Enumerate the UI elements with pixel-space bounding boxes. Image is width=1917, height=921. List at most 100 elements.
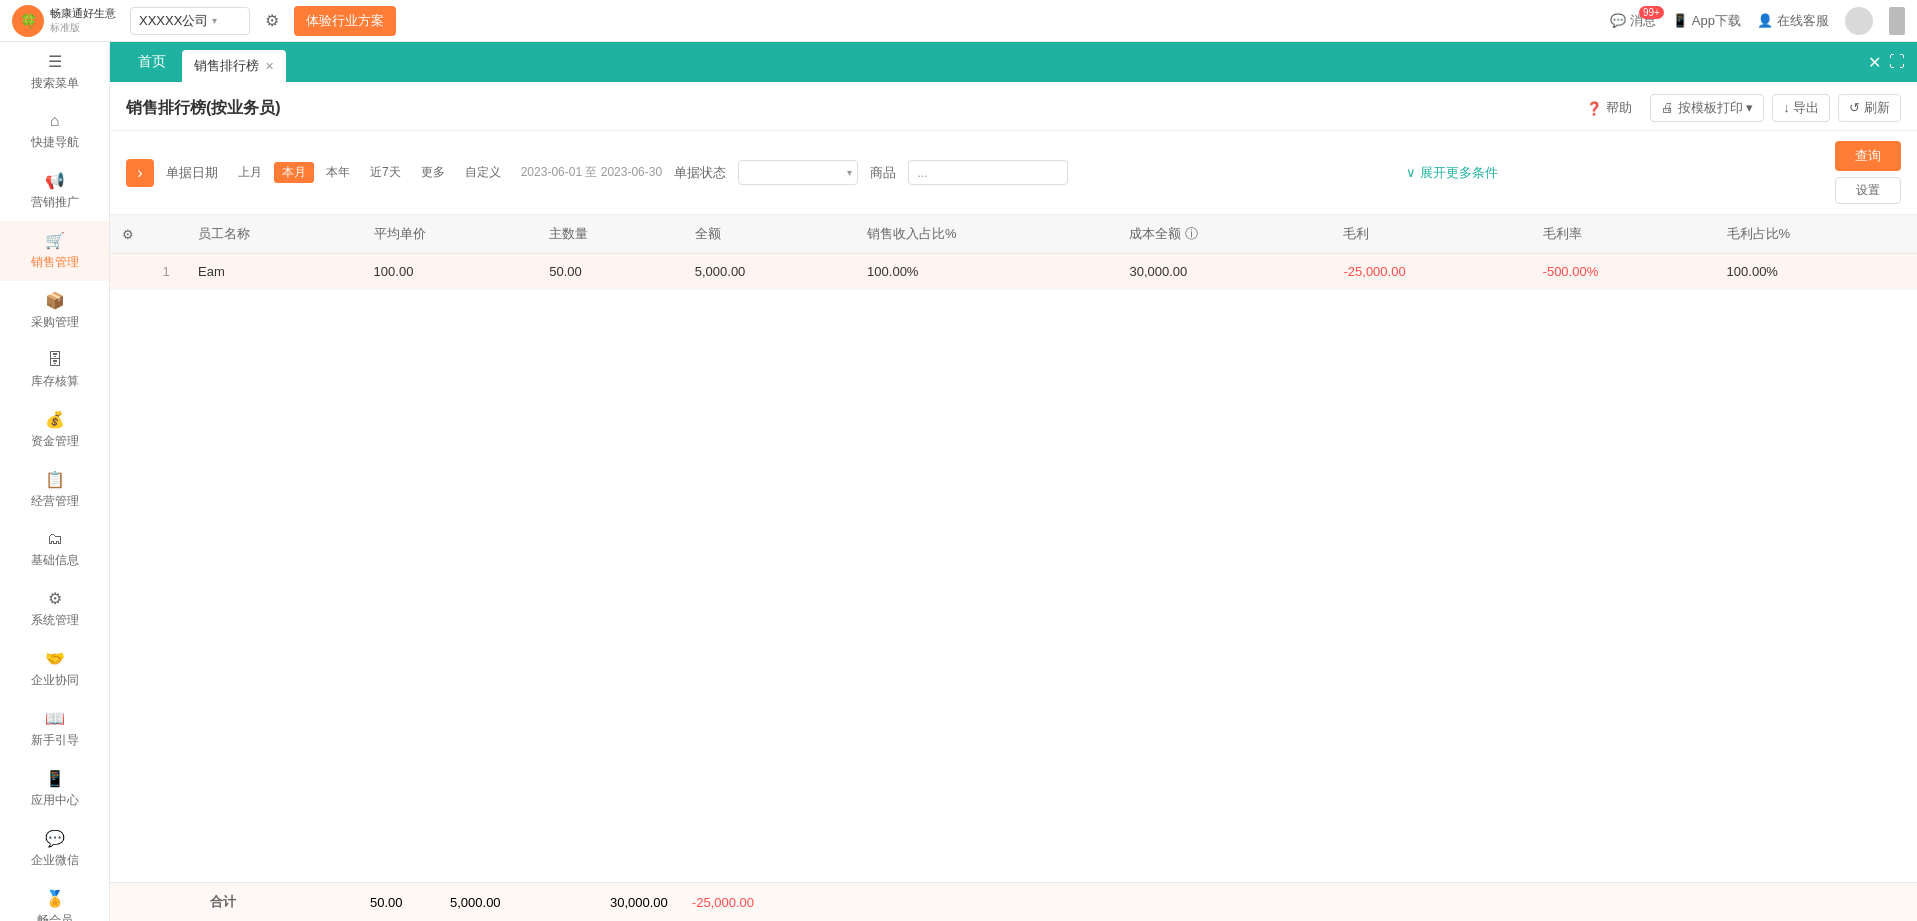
marketing-icon: 📢 bbox=[45, 171, 65, 190]
operations-icon: 📋 bbox=[45, 470, 65, 489]
sidebar-item-search-orders-label: 搜索菜单 bbox=[31, 75, 79, 92]
sidebar-item-app-center-label: 应用中心 bbox=[31, 792, 79, 809]
td-amount: 5,000.00 bbox=[683, 254, 855, 290]
export-icon: ↓ bbox=[1783, 100, 1790, 115]
date-range-display: 2023-06-01 至 2023-06-30 bbox=[521, 164, 662, 181]
notification-badge: 99+ bbox=[1639, 6, 1664, 19]
td-name: Eam bbox=[186, 254, 362, 290]
sidebar-item-system[interactable]: ⚙ 系统管理 bbox=[0, 579, 109, 639]
date-opt-7days[interactable]: 近7天 bbox=[362, 162, 409, 183]
filter-area: › 单据日期 上月 本月 本年 近7天 更多 自定义 2023-06-01 至 … bbox=[110, 131, 1917, 215]
sidebar-item-member[interactable]: 🏅 畅会员 bbox=[0, 879, 109, 921]
export-button[interactable]: ↓ 导出 bbox=[1772, 94, 1830, 122]
sidebar-item-operations[interactable]: 📋 经营管理 bbox=[0, 460, 109, 520]
filter-collapse-toggle[interactable]: › bbox=[126, 159, 154, 187]
help-button[interactable]: ❓ 帮助 bbox=[1576, 95, 1642, 121]
company-select[interactable]: XXXXX公司 ▾ bbox=[130, 7, 250, 35]
table-body: 1 Eam 100.00 50.00 5,000.00 100.00% 30,0… bbox=[110, 254, 1917, 290]
experience-button[interactable]: 体验行业方案 bbox=[294, 6, 396, 36]
sidebar-item-quick-nav[interactable]: ⌂ 快捷导航 bbox=[0, 102, 109, 161]
search-orders-icon: ☰ bbox=[48, 52, 62, 71]
td-row-settings bbox=[110, 254, 146, 290]
tab-close-window-icon[interactable]: ✕ bbox=[1868, 53, 1881, 72]
td-profit-ratio: 100.00% bbox=[1715, 254, 1917, 290]
company-settings-icon[interactable]: ⚙ bbox=[258, 7, 286, 35]
sidebar-item-wechat-label: 企业微信 bbox=[31, 852, 79, 869]
status-filter-label: 单据状态 bbox=[674, 164, 726, 182]
sidebar-item-inventory[interactable]: 🗄 库存核算 bbox=[0, 341, 109, 400]
query-button[interactable]: 查询 bbox=[1835, 141, 1901, 171]
top-bar-right: 💬 消息 99+ 📱 App下载 👤 在线客服 bbox=[1610, 7, 1905, 35]
td-cost: 30,000.00 bbox=[1117, 254, 1331, 290]
app-center-icon: 📱 bbox=[45, 769, 65, 788]
sidebar-item-enterprise-label: 企业协同 bbox=[31, 672, 79, 689]
footer-label: 合计 bbox=[198, 893, 278, 911]
template-print-label: 按模板打印 bbox=[1678, 100, 1743, 115]
goods-input[interactable]: ... bbox=[908, 160, 1068, 185]
page-content: 销售排行榜(按业务员) ❓ 帮助 🖨 按模板打印 ▾ ↓ 导出 bbox=[110, 82, 1917, 921]
template-print-arrow: ▾ bbox=[1746, 100, 1753, 115]
tab-close-icon[interactable]: ✕ bbox=[265, 60, 274, 73]
td-profit: -25,000.00 bbox=[1331, 254, 1530, 290]
template-print-button[interactable]: 🖨 按模板打印 ▾ bbox=[1650, 94, 1764, 122]
online-support-action[interactable]: 👤 在线客服 bbox=[1757, 12, 1829, 30]
tab-home[interactable]: 首页 bbox=[122, 42, 182, 82]
expand-more-btn[interactable]: ∨ 展开更多条件 bbox=[1406, 164, 1498, 182]
goods-placeholder: ... bbox=[917, 165, 928, 180]
date-opt-custom[interactable]: 自定义 bbox=[457, 162, 509, 183]
quick-nav-icon: ⌂ bbox=[50, 112, 60, 130]
help-label: 帮助 bbox=[1606, 99, 1632, 117]
date-options: 上月 本月 本年 近7天 更多 自定义 bbox=[230, 162, 509, 183]
page-header: 销售排行榜(按业务员) ❓ 帮助 🖨 按模板打印 ▾ ↓ 导出 bbox=[110, 82, 1917, 131]
company-name: XXXXX公司 bbox=[139, 12, 208, 30]
sidebar-item-enterprise[interactable]: 🤝 企业协同 bbox=[0, 639, 109, 699]
sales-ranking-table: ⚙ 员工名称 平均单价 主数量 全额 销售收入占比% 成本全额 ⓘ 毛利 毛利率… bbox=[110, 215, 1917, 290]
td-qty: 50.00 bbox=[537, 254, 683, 290]
sidebar-item-member-label: 畅会员 bbox=[37, 912, 73, 921]
sidebar-item-app-center[interactable]: 📱 应用中心 bbox=[0, 759, 109, 819]
date-opt-last-month[interactable]: 上月 bbox=[230, 162, 270, 183]
date-opt-this-month[interactable]: 本月 bbox=[274, 162, 314, 183]
app-download-action[interactable]: 📱 App下载 bbox=[1672, 12, 1741, 30]
tab-bar-right: ✕ ⛶ bbox=[1868, 53, 1905, 72]
tab-fullscreen-icon[interactable]: ⛶ bbox=[1889, 53, 1905, 72]
date-opt-more[interactable]: 更多 bbox=[413, 162, 453, 183]
th-amount: 全额 bbox=[683, 215, 855, 254]
tab-sales-ranking[interactable]: 销售排行榜 ✕ bbox=[182, 50, 286, 82]
td-sales-ratio: 100.00% bbox=[855, 254, 1117, 290]
finance-icon: 💰 bbox=[45, 410, 65, 429]
app-download-icon: 📱 bbox=[1672, 13, 1688, 28]
top-bar: 🍀 畅康通好生意 标准版 XXXXX公司 ▾ ⚙ 体验行业方案 💬 消息 99+… bbox=[0, 0, 1917, 42]
logo-sub: 标准版 bbox=[50, 21, 116, 35]
sidebar-item-guide[interactable]: 📖 新手引导 bbox=[0, 699, 109, 759]
sidebar-item-sales[interactable]: 🛒 销售管理 bbox=[0, 221, 109, 281]
sidebar-item-wechat[interactable]: 💬 企业微信 bbox=[0, 819, 109, 879]
table-footer: 合计 50.00 5,000.00 30,000.00 -25,000.00 bbox=[110, 882, 1917, 921]
purchase-icon: 📦 bbox=[45, 291, 65, 310]
sidebar-item-purchase[interactable]: 📦 采购管理 bbox=[0, 281, 109, 341]
footer-amount: 5,000.00 bbox=[438, 895, 518, 910]
settings-filter-button[interactable]: 设置 bbox=[1835, 177, 1901, 204]
th-qty: 主数量 bbox=[537, 215, 683, 254]
refresh-button[interactable]: ↺ 刷新 bbox=[1838, 94, 1901, 122]
user-avatar[interactable] bbox=[1845, 7, 1873, 35]
member-icon: 🏅 bbox=[45, 889, 65, 908]
sidebar-item-finance[interactable]: 💰 资金管理 bbox=[0, 400, 109, 460]
sidebar-item-basic-info[interactable]: 🗂 基础信息 bbox=[0, 520, 109, 579]
th-avg-price: 平均单价 bbox=[362, 215, 538, 254]
logo-text: 畅康通好生意 bbox=[50, 6, 116, 20]
sidebar-item-purchase-label: 采购管理 bbox=[31, 314, 79, 331]
notification-area[interactable]: 💬 消息 99+ bbox=[1610, 12, 1656, 30]
th-profit-rate: 毛利率 bbox=[1531, 215, 1715, 254]
th-profit-ratio: 毛利占比% bbox=[1715, 215, 1917, 254]
tab-bar: 首页 销售排行榜 ✕ ✕ ⛶ bbox=[110, 42, 1917, 82]
sidebar-item-search-orders[interactable]: ☰ 搜索菜单 bbox=[0, 42, 109, 102]
td-avg-price: 100.00 bbox=[362, 254, 538, 290]
support-icon: 👤 bbox=[1757, 13, 1773, 28]
status-select[interactable] bbox=[738, 160, 858, 185]
th-settings[interactable]: ⚙ bbox=[110, 215, 146, 254]
guide-icon: 📖 bbox=[45, 709, 65, 728]
sidebar-item-marketing[interactable]: 📢 营销推广 bbox=[0, 161, 109, 221]
date-opt-this-year[interactable]: 本年 bbox=[318, 162, 358, 183]
td-profit-rate: -500.00% bbox=[1531, 254, 1715, 290]
